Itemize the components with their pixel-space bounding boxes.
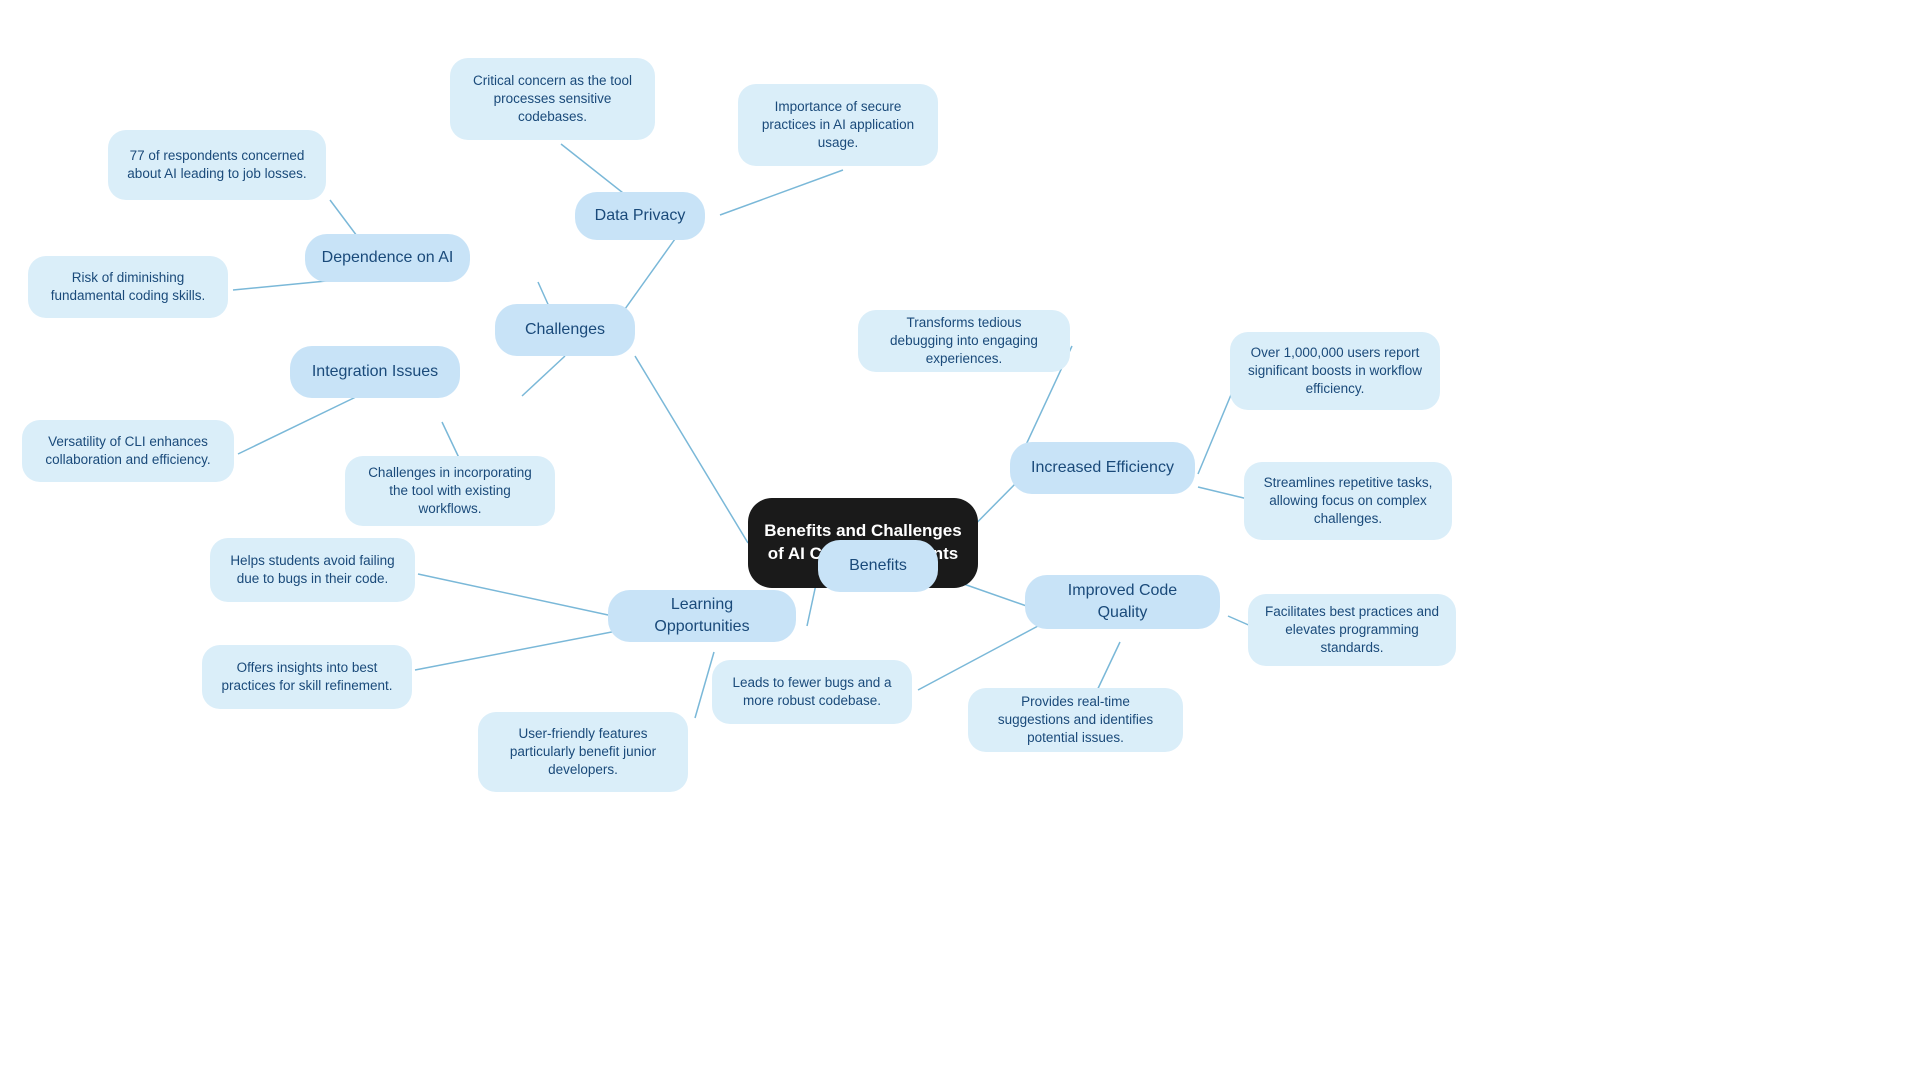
- diminishing-label: Risk of diminishing fundamental coding s…: [44, 269, 212, 305]
- million-node: Over 1,000,000 users report significant …: [1230, 332, 1440, 410]
- dependence-label: Dependence on AI: [322, 247, 454, 269]
- dependence-node: Dependence on AI: [305, 234, 470, 282]
- learning-label: Learning Opportunities: [624, 594, 780, 637]
- dataprivacy-node: Data Privacy: [575, 192, 705, 240]
- criticalconcern-node: Critical concern as the tool processes s…: [450, 58, 655, 140]
- integration-node: Integration Issues: [290, 346, 460, 398]
- million-label: Over 1,000,000 users report significant …: [1246, 344, 1424, 399]
- userfriendly-node: User-friendly features particularly bene…: [478, 712, 688, 792]
- debugging-label: Transforms tedious debugging into engagi…: [874, 314, 1054, 369]
- benefits-label: Benefits: [849, 555, 907, 577]
- fewbugs-node: Leads to fewer bugs and a more robust co…: [712, 660, 912, 724]
- challenges-label: Challenges: [525, 319, 605, 341]
- joblosses-label: 77 of respondents concerned about AI lea…: [124, 147, 310, 183]
- efficiency-node: Increased Efficiency: [1010, 442, 1195, 494]
- codequality-node: Improved Code Quality: [1025, 575, 1220, 629]
- benefits-node: Benefits: [818, 540, 938, 592]
- incorporating-node: Challenges in incorporating the tool wit…: [345, 456, 555, 526]
- challenges-node: Challenges: [495, 304, 635, 356]
- fewbugs-label: Leads to fewer bugs and a more robust co…: [728, 674, 896, 710]
- criticalconcern-label: Critical concern as the tool processes s…: [466, 72, 639, 127]
- avoidfailing-label: Helps students avoid failing due to bugs…: [226, 552, 399, 588]
- userfriendly-label: User-friendly features particularly bene…: [494, 725, 672, 780]
- learning-node: Learning Opportunities: [608, 590, 796, 642]
- facilitates-node: Facilitates best practices and elevates …: [1248, 594, 1456, 666]
- streamlines-label: Streamlines repetitive tasks, allowing f…: [1260, 474, 1436, 529]
- efficiency-label: Increased Efficiency: [1031, 457, 1174, 479]
- integration-label: Integration Issues: [312, 361, 438, 383]
- securepractices-node: Importance of secure practices in AI app…: [738, 84, 938, 166]
- incorporating-label: Challenges in incorporating the tool wit…: [361, 464, 539, 519]
- avoidfailing-node: Helps students avoid failing due to bugs…: [210, 538, 415, 602]
- joblosses-node: 77 of respondents concerned about AI lea…: [108, 130, 326, 200]
- debugging-node: Transforms tedious debugging into engagi…: [858, 310, 1070, 372]
- dataprivacy-label: Data Privacy: [595, 205, 686, 227]
- streamlines-node: Streamlines repetitive tasks, allowing f…: [1244, 462, 1452, 540]
- securepractices-label: Importance of secure practices in AI app…: [754, 98, 922, 153]
- realtime-label: Provides real-time suggestions and ident…: [984, 693, 1167, 748]
- realtime-node: Provides real-time suggestions and ident…: [968, 688, 1183, 752]
- cli-label: Versatility of CLI enhances collaboratio…: [38, 433, 218, 469]
- facilitates-label: Facilitates best practices and elevates …: [1264, 603, 1440, 658]
- insights-node: Offers insights into best practices for …: [202, 645, 412, 709]
- cli-node: Versatility of CLI enhances collaboratio…: [22, 420, 234, 482]
- diminishing-node: Risk of diminishing fundamental coding s…: [28, 256, 228, 318]
- insights-label: Offers insights into best practices for …: [218, 659, 396, 695]
- codequality-label: Improved Code Quality: [1041, 580, 1204, 623]
